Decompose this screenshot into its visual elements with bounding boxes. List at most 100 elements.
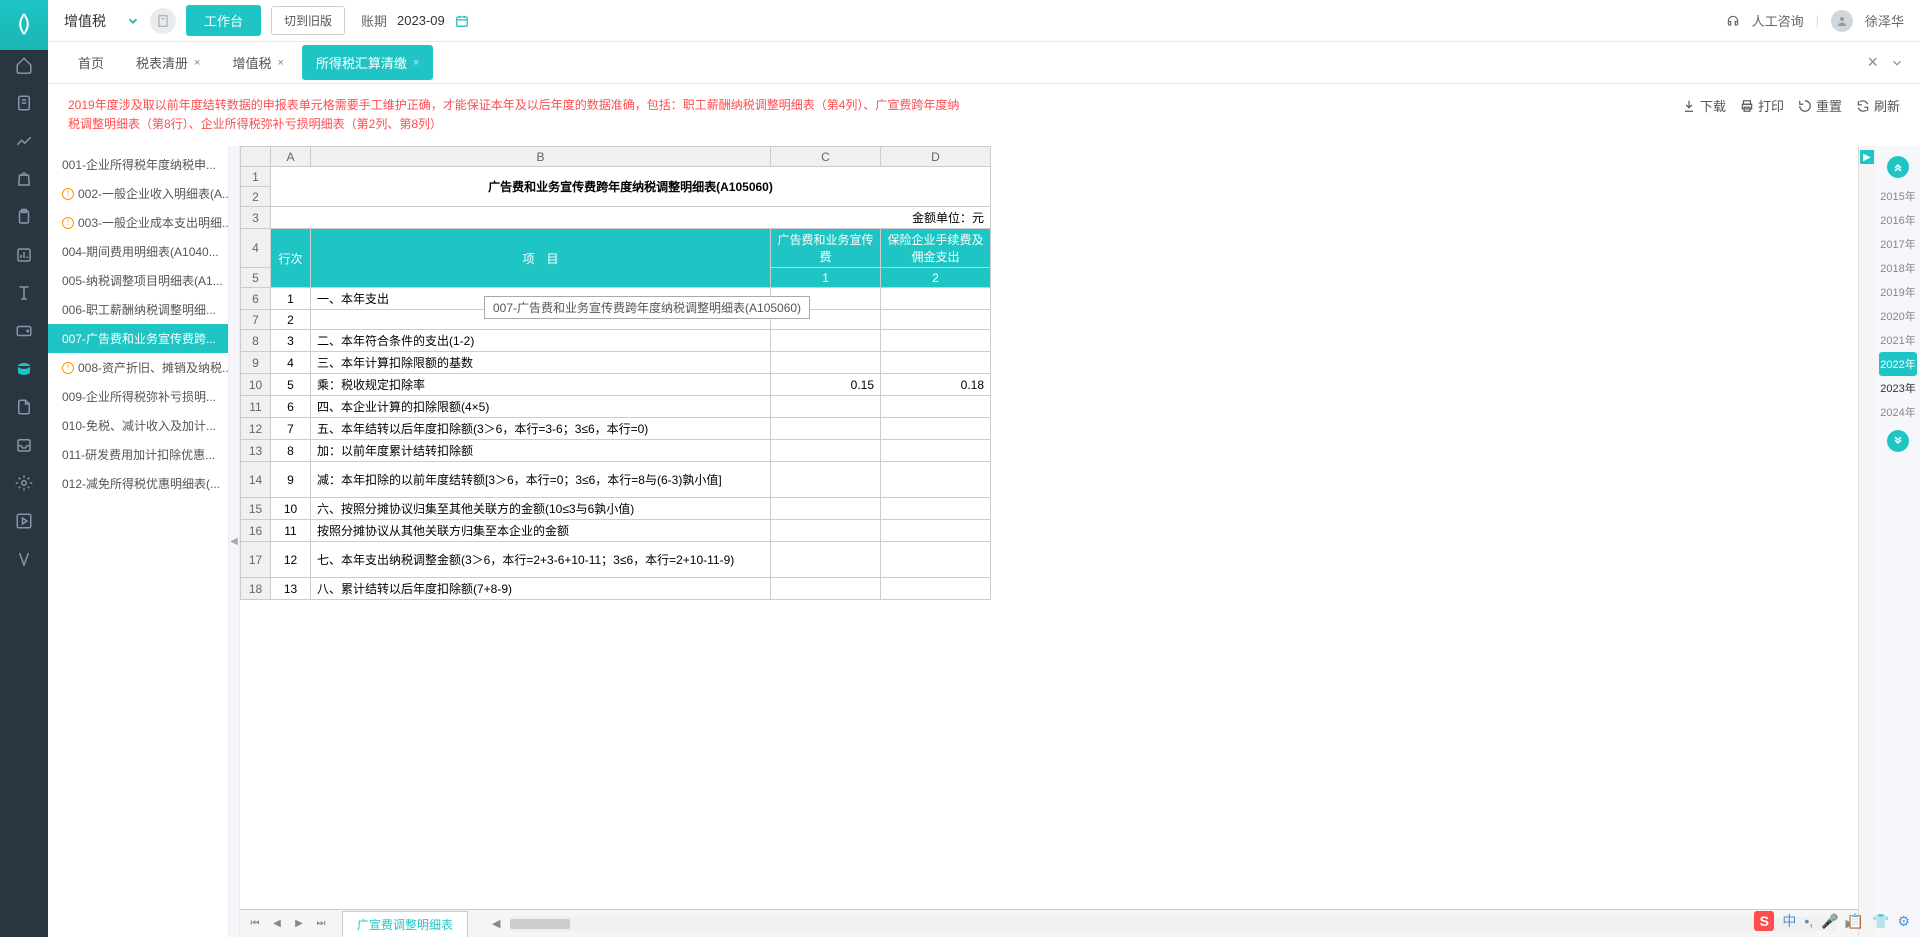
v-icon[interactable] xyxy=(15,550,33,568)
tab-close-icon[interactable]: × xyxy=(277,57,283,69)
col-header-c[interactable]: C xyxy=(771,147,881,167)
col-header-b[interactable]: B xyxy=(311,147,771,167)
ime-keyboard-icon[interactable]: 📋 xyxy=(1847,913,1864,930)
data-cell-d[interactable] xyxy=(881,310,991,330)
row-header[interactable]: 12 xyxy=(241,418,271,440)
seq-cell[interactable]: 13 xyxy=(271,578,311,600)
form-item-3[interactable]: 004-期间费用明细表(A1040... xyxy=(48,237,228,266)
reset-button[interactable]: 重置 xyxy=(1798,96,1842,115)
bag-icon[interactable] xyxy=(15,170,33,188)
form-item-0[interactable]: 001-企业所得税年度纳税申... xyxy=(48,150,228,179)
h-scrollbar[interactable] xyxy=(510,917,1835,931)
item-cell[interactable]: 三、本年计算扣除限额的基数 xyxy=(311,352,771,374)
sheet-nav-first[interactable]: ⏮ xyxy=(246,915,264,933)
year-2016年[interactable]: 2016年 xyxy=(1879,208,1917,232)
seq-cell[interactable]: 9 xyxy=(271,462,311,498)
data-cell-c[interactable] xyxy=(771,578,881,600)
seq-cell[interactable]: 12 xyxy=(271,542,311,578)
data-cell-c[interactable] xyxy=(771,498,881,520)
form-item-10[interactable]: 011-研发费用加计扣除优惠... xyxy=(48,440,228,469)
expand-marker-icon[interactable]: ▶ xyxy=(1860,150,1874,164)
scroll-down-icon[interactable] xyxy=(1887,430,1909,452)
data-cell-d[interactable] xyxy=(881,288,991,310)
row-header[interactable]: 11 xyxy=(241,396,271,418)
year-2015年[interactable]: 2015年 xyxy=(1879,184,1917,208)
seq-cell[interactable]: 1 xyxy=(271,288,311,310)
font-icon[interactable] xyxy=(15,284,33,302)
year-2023年[interactable]: 2023年 xyxy=(1879,376,1917,400)
switch-old-button[interactable]: 切到旧版 xyxy=(271,6,345,35)
scroll-up-icon[interactable] xyxy=(1887,156,1909,178)
tax-icon[interactable] xyxy=(15,360,33,378)
ime-lang[interactable]: 中 xyxy=(1782,911,1796,931)
item-cell[interactable]: 按照分摊协议从其他关联方归集至本企业的金额 xyxy=(311,520,771,542)
data-cell-d[interactable] xyxy=(881,352,991,374)
wallet-icon[interactable] xyxy=(15,322,33,340)
form-item-11[interactable]: 012-减免所得税优惠明细表(... xyxy=(48,469,228,498)
row-header[interactable]: 10 xyxy=(241,374,271,396)
tab-close-icon[interactable]: × xyxy=(194,57,200,69)
row-header[interactable]: 9 xyxy=(241,352,271,374)
data-cell-c[interactable] xyxy=(771,396,881,418)
clipboard-icon[interactable] xyxy=(15,208,33,226)
sheet-nav-last[interactable]: ⏭ xyxy=(312,915,330,933)
data-cell-d[interactable] xyxy=(881,578,991,600)
spreadsheet[interactable]: A B C D 1广告费和业务宣传费跨年度纳税调整明细表(A105060) 2 … xyxy=(240,146,991,600)
user-avatar[interactable] xyxy=(1831,10,1853,32)
item-cell[interactable]: 八、累计结转以后年度扣除额(7+8-9) xyxy=(311,578,771,600)
item-cell[interactable]: 六、按照分摊协议归集至其他关联方的金额(10≤3与6孰小值) xyxy=(311,498,771,520)
data-cell-c[interactable] xyxy=(771,462,881,498)
year-2021年[interactable]: 2021年 xyxy=(1879,328,1917,352)
year-2018年[interactable]: 2018年 xyxy=(1879,256,1917,280)
row-header[interactable]: 13 xyxy=(241,440,271,462)
collapse-handle[interactable]: ◀ xyxy=(228,146,240,937)
seq-cell[interactable]: 8 xyxy=(271,440,311,462)
data-cell-d[interactable] xyxy=(881,418,991,440)
seq-cell[interactable]: 3 xyxy=(271,330,311,352)
item-cell[interactable]: 四、本企业计算的扣除限额(4×5) xyxy=(311,396,771,418)
gear-icon[interactable] xyxy=(15,474,33,492)
ime-mic-icon[interactable]: 🎤 xyxy=(1821,913,1838,930)
sheet-nav-prev[interactable]: ◀ xyxy=(268,915,286,933)
data-cell-d[interactable]: 0.18 xyxy=(881,374,991,396)
year-2017年[interactable]: 2017年 xyxy=(1879,232,1917,256)
play-icon[interactable] xyxy=(15,512,33,530)
data-cell-c[interactable] xyxy=(771,542,881,578)
refresh-button[interactable]: 刷新 xyxy=(1856,96,1900,115)
year-2019年[interactable]: 2019年 xyxy=(1879,280,1917,304)
tab-close-icon[interactable]: × xyxy=(413,57,419,69)
data-cell-d[interactable] xyxy=(881,462,991,498)
item-cell[interactable]: 二、本年符合条件的支出(1-2) xyxy=(311,330,771,352)
row-header[interactable]: 15 xyxy=(241,498,271,520)
data-cell-c[interactable] xyxy=(771,440,881,462)
doc-icon[interactable] xyxy=(15,94,33,112)
history-button[interactable] xyxy=(150,8,176,34)
row-header[interactable]: 7 xyxy=(241,310,271,330)
ime-settings-icon[interactable]: ⚙ xyxy=(1897,913,1910,930)
form-item-4[interactable]: 005-纳税调整项目明细表(A1... xyxy=(48,266,228,295)
seq-cell[interactable]: 2 xyxy=(271,310,311,330)
item-cell[interactable]: 五、本年结转以后年度扣除额(3＞6，本行=3-6；3≤6，本行=0) xyxy=(311,418,771,440)
data-cell-d[interactable] xyxy=(881,498,991,520)
data-cell-c[interactable] xyxy=(771,520,881,542)
chart-icon[interactable] xyxy=(15,132,33,150)
tab-3[interactable]: 所得税汇算清缴× xyxy=(302,45,433,80)
data-cell-c[interactable] xyxy=(771,330,881,352)
seq-cell[interactable]: 4 xyxy=(271,352,311,374)
data-cell-d[interactable] xyxy=(881,520,991,542)
support-link[interactable]: 人工咨询 xyxy=(1752,11,1804,30)
sheet-nav-next[interactable]: ▶ xyxy=(290,915,308,933)
seq-cell[interactable]: 5 xyxy=(271,374,311,396)
data-cell-d[interactable] xyxy=(881,330,991,352)
home-icon[interactable] xyxy=(15,56,33,74)
workbench-button[interactable]: 工作台 xyxy=(186,5,261,36)
company-name[interactable]: 增值税 xyxy=(64,11,106,31)
row-header[interactable]: 8 xyxy=(241,330,271,352)
form-item-7[interactable]: !008-资产折旧、摊销及纳税... xyxy=(48,353,228,382)
form-item-2[interactable]: !003-一般企业成本支出明细... xyxy=(48,208,228,237)
tab-0[interactable]: 首页 xyxy=(64,45,118,80)
item-cell[interactable]: 加：以前年度累计结转扣除额 xyxy=(311,440,771,462)
form-item-5[interactable]: 006-职工薪酬纳税调整明细... xyxy=(48,295,228,324)
print-button[interactable]: 打印 xyxy=(1740,96,1784,115)
data-cell-c[interactable]: 0.15 xyxy=(771,374,881,396)
